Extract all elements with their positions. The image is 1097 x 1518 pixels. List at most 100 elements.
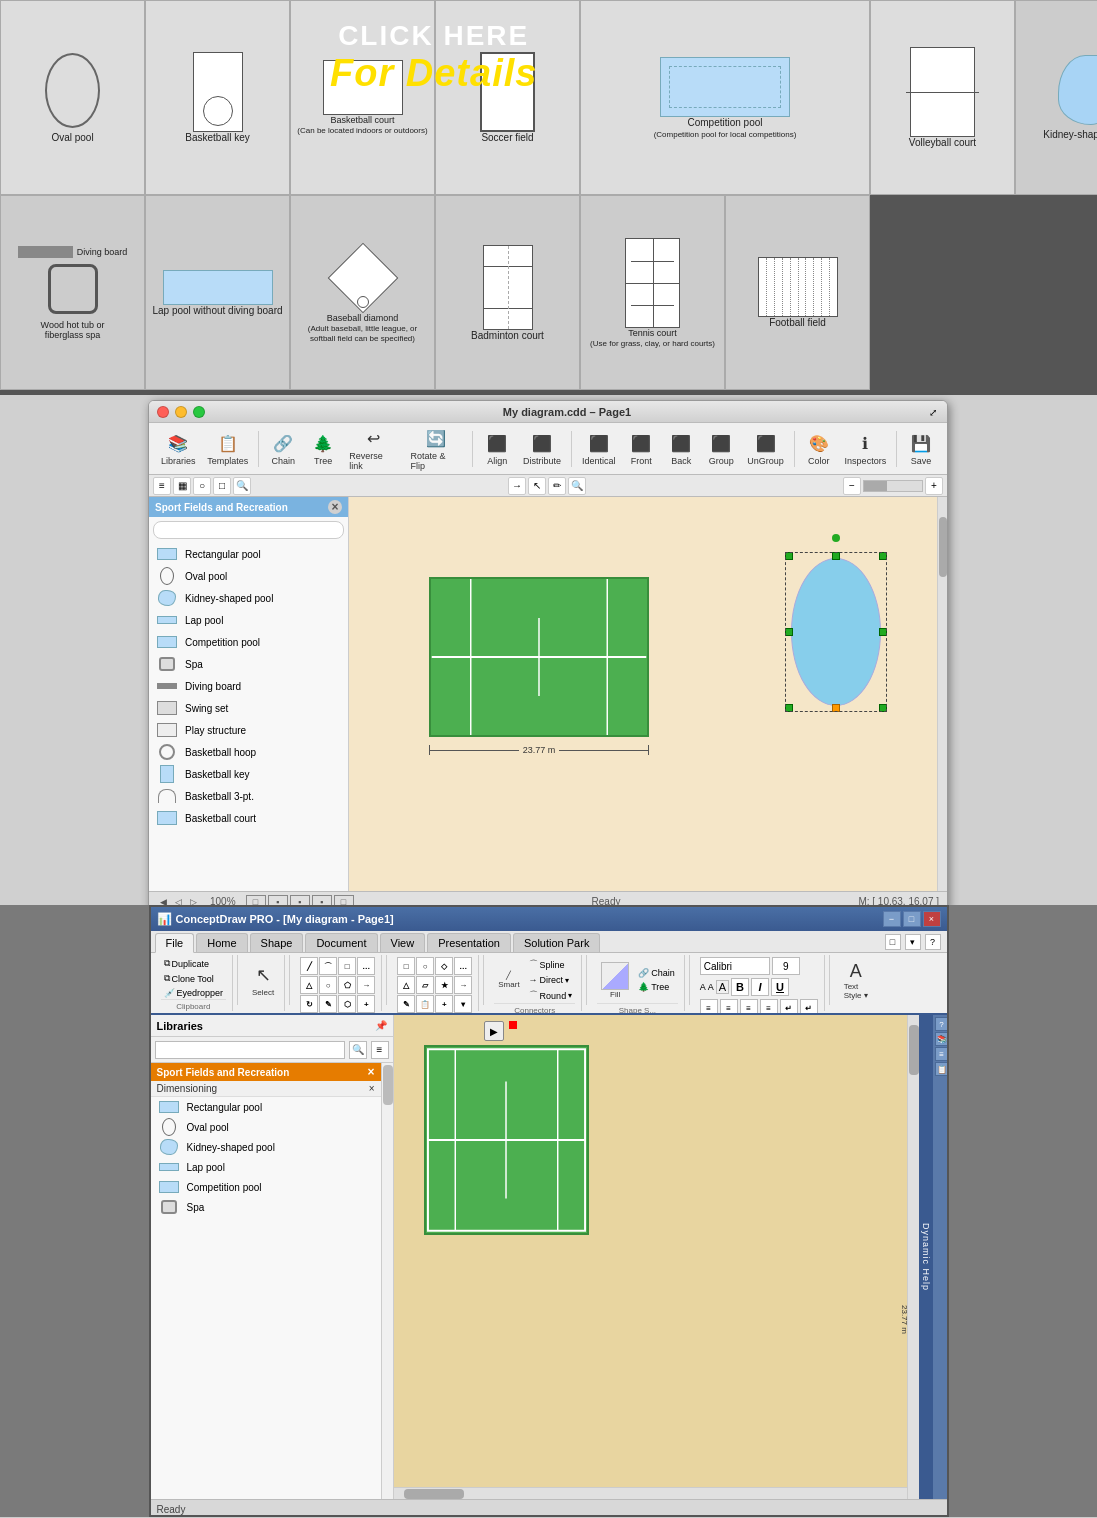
font-name-input[interactable] (700, 957, 770, 975)
tb2-circle-icon[interactable]: ○ (193, 477, 211, 495)
mac-maximize-button[interactable] (193, 406, 205, 418)
shape-note-btn[interactable]: 📋 (416, 995, 434, 1013)
sidebar-item-basketball-key[interactable]: Basketball key (149, 763, 348, 785)
toolbar-libraries[interactable]: 📚 Libraries (157, 430, 199, 468)
sidebar-item-kidney-pool[interactable]: Kidney-shaped pool (149, 587, 348, 609)
win-section-dimensioning[interactable]: Dimensioning × (151, 1081, 381, 1097)
ribbon-fill[interactable]: Fill (597, 957, 633, 1003)
canvas-tennis-court[interactable] (429, 577, 649, 737)
win-tab-presentation[interactable]: Presentation (427, 933, 511, 952)
tb2-zoom-icon[interactable]: 🔍 (568, 477, 586, 495)
draw-triangle-btn[interactable]: △ (300, 976, 318, 994)
mac-fullscreen-icon[interactable]: ⤢ (929, 407, 939, 417)
win-minimize-button[interactable]: − (883, 911, 901, 927)
shape-down-btn[interactable]: ▾ (454, 995, 472, 1013)
round-dropdown[interactable]: ▾ (568, 991, 572, 1000)
canvas-selected-pool[interactable] (785, 552, 887, 712)
win-right-btn-2[interactable]: 📚 (935, 1032, 949, 1046)
tb2-grid-icon[interactable]: ▦ (173, 477, 191, 495)
toolbar-save[interactable]: 💾 Save (903, 430, 939, 468)
ribbon-select-button[interactable]: ↖ Select (248, 957, 278, 1003)
win-sidebar-scrollbar[interactable] (381, 1063, 393, 1499)
win-sidebar-item-oval-pool[interactable]: Oval pool (151, 1117, 381, 1137)
win-tab-view[interactable]: View (380, 933, 426, 952)
draw-pentagon-btn[interactable]: ⬠ (338, 976, 356, 994)
shape-more2-btn[interactable]: … (454, 957, 472, 975)
toolbar-color[interactable]: 🎨 Color (801, 430, 837, 468)
win-canvas-hscrollbar-thumb[interactable] (404, 1489, 464, 1499)
shape-square-btn[interactable]: □ (397, 957, 415, 975)
draw-arc-btn[interactable]: ⌒ (319, 957, 337, 975)
ribbon-duplicate[interactable]: ⧉ Duplicate (161, 957, 227, 970)
sidebar-item-swing-set[interactable]: Swing set (149, 697, 348, 719)
sidebar-item-lap-pool[interactable]: Lap pool (149, 609, 348, 631)
win-tab-file[interactable]: File (155, 933, 195, 953)
ribbon-tree[interactable]: 🌲 Tree (635, 981, 678, 993)
win-canvas-scrollbar[interactable] (907, 1015, 919, 1499)
text-outdent-btn[interactable]: ↵ (800, 999, 818, 1015)
draw-rect-btn[interactable]: □ (338, 957, 356, 975)
bold-button[interactable]: B (731, 978, 749, 996)
win-canvas-tennis-court[interactable] (424, 1045, 589, 1235)
tb2-arrow-tools[interactable]: → (508, 477, 526, 495)
win-search-button[interactable]: 🔍 (349, 1041, 367, 1059)
win-right-btn-4[interactable]: 📋 (935, 1062, 949, 1076)
sidebar-item-basketball-3pt[interactable]: Basketball 3-pt. (149, 785, 348, 807)
win-tab-document[interactable]: Document (305, 933, 377, 952)
tb2-list-icon[interactable]: ≡ (153, 477, 171, 495)
mac-close-button[interactable] (157, 406, 169, 418)
draw-stamp-btn[interactable]: ⬡ (338, 995, 356, 1013)
toolbar-align[interactable]: ⬛ Align (479, 430, 515, 468)
win-sidebar-item-lap-pool[interactable]: Lap pool (151, 1157, 381, 1177)
win-tab-btn-1[interactable]: □ (885, 934, 901, 950)
ribbon-direct-connector[interactable]: → Direct ▾ (526, 974, 576, 986)
tb2-pencil-icon[interactable]: ✏ (548, 477, 566, 495)
sidebar-item-spa[interactable]: Spa (149, 653, 348, 675)
align-justify-btn[interactable]: ≡ (760, 999, 778, 1015)
win-canvas-scrollbar-thumb[interactable] (909, 1025, 919, 1075)
win-view-button[interactable]: ≡ (371, 1041, 389, 1059)
sidebar-item-basketball-court[interactable]: Basketball court (149, 807, 348, 829)
ribbon-chain[interactable]: 🔗 Chain (635, 967, 678, 979)
direct-dropdown[interactable]: ▾ (565, 976, 569, 985)
win-dynamic-help-panel[interactable]: Dynamic Help (919, 1015, 933, 1499)
shape-triangle2-btn[interactable]: △ (397, 976, 415, 994)
shape-circle2-btn[interactable]: ○ (416, 957, 434, 975)
ribbon-smart-connector[interactable]: ╱ Smart (494, 969, 523, 991)
draw-rotate-btn[interactable]: ↻ (300, 995, 318, 1013)
shape-edit2-btn[interactable]: ✎ (397, 995, 415, 1013)
win-library-close-btn[interactable]: × (367, 1065, 374, 1079)
sidebar-item-competition-pool[interactable]: Competition pool (149, 631, 348, 653)
sidebar-search-input[interactable] (153, 521, 344, 539)
toolbar-front[interactable]: ⬛ Front (623, 430, 659, 468)
text-indent-btn[interactable]: ↵ (780, 999, 798, 1015)
win-canvas-hscrollbar[interactable] (394, 1487, 907, 1499)
toolbar-rotate-flip[interactable]: 🔄 Rotate & Flip (406, 425, 466, 473)
italic-button[interactable]: I (751, 978, 769, 996)
win-right-btn-1[interactable]: ? (935, 1017, 949, 1031)
win-tab-home[interactable]: Home (196, 933, 247, 952)
ribbon-text-style[interactable]: A TextStyle ▾ (840, 957, 872, 1003)
tb2-zoom-in-icon[interactable]: + (925, 477, 943, 495)
win-close-button[interactable]: × (923, 911, 941, 927)
click-here-overlay[interactable]: CLICK HERE For Details (330, 20, 537, 95)
tb2-search2-icon[interactable]: 🔍 (233, 477, 251, 495)
win-sidebar-scrollbar-thumb[interactable] (383, 1065, 393, 1105)
toolbar-inspectors[interactable]: ℹ Inspectors (841, 430, 890, 468)
win-tab-shape[interactable]: Shape (250, 933, 304, 952)
sidebar-item-rectangular-pool[interactable]: Rectangular pool (149, 543, 348, 565)
toolbar-chain[interactable]: 🔗 Chain (265, 430, 301, 468)
toolbar-ungroup[interactable]: ⬛ UnGroup (743, 430, 787, 468)
win-tab-btn-3[interactable]: ? (925, 934, 941, 950)
sidebar-item-basketball-hoop[interactable]: Basketball hoop (149, 741, 348, 763)
ribbon-spline-connector[interactable]: ⌒ Spline (526, 957, 576, 972)
ribbon-clone-tool[interactable]: ⧉ Clone Tool (161, 972, 227, 985)
toolbar-tree[interactable]: 🌲 Tree (305, 430, 341, 468)
sidebar-item-play-structure[interactable]: Play structure (149, 719, 348, 741)
sidebar-item-oval-pool[interactable]: Oval pool (149, 565, 348, 587)
font-size-input[interactable] (772, 957, 800, 975)
tb2-zoom-out-icon[interactable]: − (843, 477, 861, 495)
sidebar-close-button[interactable]: × (328, 500, 342, 514)
win-canvas-play-button[interactable]: ▶ (484, 1021, 504, 1041)
sidebar-pin-icon[interactable]: 📌 (375, 1020, 387, 1031)
